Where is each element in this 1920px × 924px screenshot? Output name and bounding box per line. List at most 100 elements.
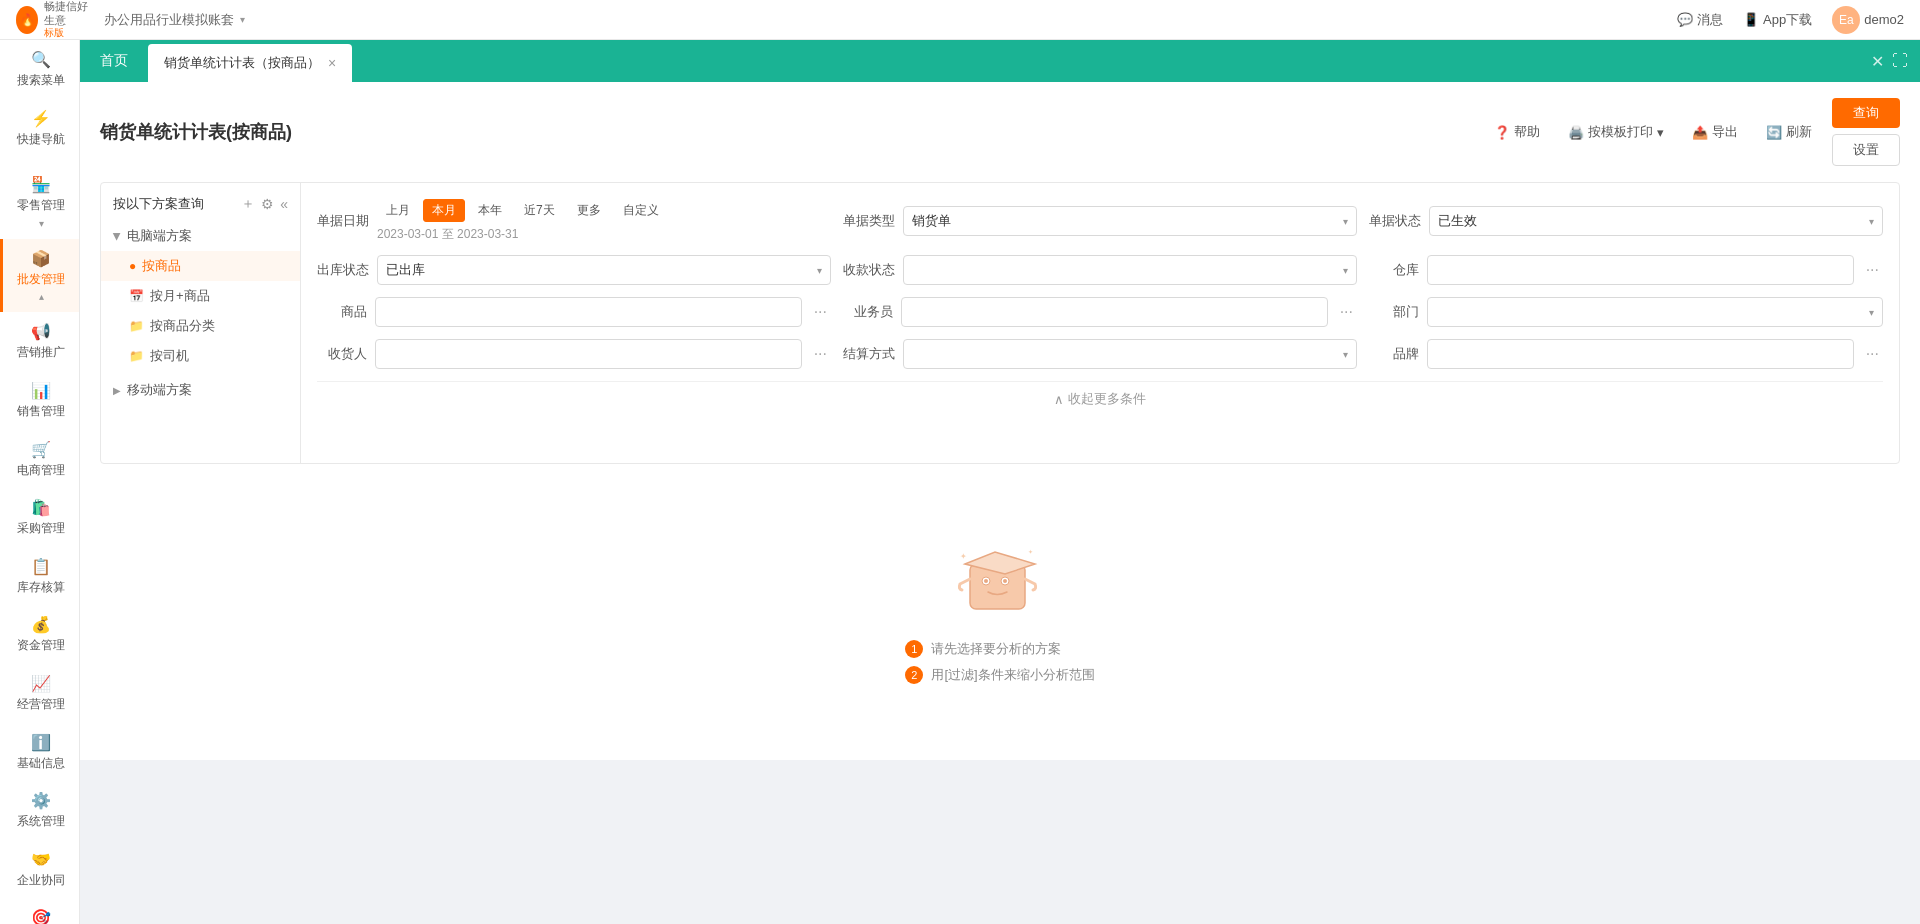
collection-select[interactable]: ▾ <box>903 255 1357 285</box>
brand-input[interactable] <box>1427 339 1854 369</box>
scheme-item-by-product-category[interactable]: 📁 按商品分类 <box>101 311 300 341</box>
sidebar-item-newbie[interactable]: 🎯 新手引导 <box>0 898 79 924</box>
warehouse-input[interactable] <box>1427 255 1854 285</box>
receiver-ellipsis[interactable]: ··· <box>810 345 831 363</box>
quick-nav-icon: ⚡ <box>31 109 51 128</box>
query-button[interactable]: 查询 <box>1832 98 1900 128</box>
doc-type-select[interactable]: 销货单 ▾ <box>903 206 1357 236</box>
date-tab-more[interactable]: 更多 <box>568 199 610 222</box>
avatar: Ea <box>1832 6 1860 34</box>
search-menu-icon: 🔍 <box>31 50 51 69</box>
filter-field-doc-status: 单据状态 已生效 ▾ <box>1369 199 1883 243</box>
refresh-button[interactable]: 🔄 刷新 <box>1758 119 1820 145</box>
sidebar-item-finance[interactable]: 💰 资金管理 <box>0 605 79 664</box>
outbound-select[interactable]: 已出库 ▾ <box>377 255 831 285</box>
empty-illustration: ✦ ✦ <box>950 524 1050 624</box>
tab-window-controls: ✕ ⛶ <box>1859 40 1920 82</box>
scheme-item-by-month-product[interactable]: 📅 按月+商品 <box>101 281 300 311</box>
date-tab-this-year[interactable]: 本年 <box>469 199 511 222</box>
svg-text:✦: ✦ <box>1028 549 1033 555</box>
tab-active-report[interactable]: 销货单统计计表（按商品） × <box>148 44 352 82</box>
date-tab-this-month[interactable]: 本月 <box>423 199 465 222</box>
salesperson-ellipsis[interactable]: ··· <box>1336 303 1357 321</box>
filter-field-date: 单据日期 上月 本月 本年 近7天 更多 自定义 <box>317 199 831 243</box>
sidebar-item-wholesale[interactable]: 📦 批发管理 ▴ <box>0 239 79 313</box>
scheme-panel: 按以下方案查询 ＋ ⚙ « ▶ <box>101 183 301 463</box>
newbie-icon: 🎯 <box>31 908 51 924</box>
sidebar-item-inventory[interactable]: 📋 库存核算 <box>0 547 79 606</box>
sidebar-item-system[interactable]: ⚙️ 系统管理 <box>0 781 79 840</box>
filter-field-warehouse: 仓库 ··· <box>1369 255 1883 285</box>
filter-row-1: 单据日期 上月 本月 本年 近7天 更多 自定义 <box>317 199 1883 243</box>
sales-icon: 📊 <box>31 381 51 400</box>
scheme-item-by-product[interactable]: ● 按商品 <box>101 251 300 281</box>
message-button[interactable]: 💬 消息 <box>1677 11 1723 29</box>
settlement-select[interactable]: ▾ <box>903 339 1357 369</box>
scheme-group-pc-header[interactable]: ▶ 电脑端方案 <box>101 221 300 251</box>
sidebar-item-enterprise-coop[interactable]: 🤝 企业协同 <box>0 840 79 899</box>
sidebar-item-operation[interactable]: 📈 经营管理 <box>0 664 79 723</box>
date-tab-last-month[interactable]: 上月 <box>377 199 419 222</box>
sidebar-item-retail[interactable]: 🏪 零售管理 ▾ <box>0 165 79 239</box>
inner-content: 销货单统计计表(按商品) ❓ 帮助 🖨️ 按模板打印 ▾ 📤 <box>80 82 1920 760</box>
tip-num-2: 2 <box>905 666 923 684</box>
sidebar-item-purchase[interactable]: 🛍️ 采购管理 <box>0 488 79 547</box>
collapse-icon: ∧ <box>1054 392 1064 407</box>
page-actions: ❓ 帮助 🖨️ 按模板打印 ▾ 📤 导出 � <box>1486 98 1900 166</box>
scheme-add-icon[interactable]: ＋ <box>241 195 255 213</box>
help-button[interactable]: ❓ 帮助 <box>1486 119 1548 145</box>
print-button[interactable]: 🖨️ 按模板打印 ▾ <box>1560 119 1672 145</box>
filter-field-doc-type: 单据类型 销货单 ▾ <box>843 199 1357 243</box>
doc-status-select[interactable]: 已生效 ▾ <box>1429 206 1883 236</box>
sidebar-item-search-menu[interactable]: 🔍 搜索菜单 <box>0 40 79 99</box>
sidebar-item-quick-nav[interactable]: ⚡ 快捷导航 <box>0 99 79 158</box>
department-select[interactable]: ▾ <box>1427 297 1883 327</box>
sidebar-item-basic[interactable]: ℹ️ 基础信息 <box>0 723 79 782</box>
page-title-row: 销货单统计计表(按商品) ❓ 帮助 🖨️ 按模板打印 ▾ 📤 <box>100 98 1900 166</box>
svg-point-2 <box>984 579 988 583</box>
export-button[interactable]: 📤 导出 <box>1684 119 1746 145</box>
content-area: 首页 销货单统计计表（按商品） × ✕ ⛶ 销货单统计计表(按商品) ❓ <box>80 40 1920 924</box>
system-icon: ⚙️ <box>31 791 51 810</box>
brand-ellipsis[interactable]: ··· <box>1862 345 1883 363</box>
tab-close-button[interactable]: × <box>328 56 336 70</box>
help-icon: ❓ <box>1494 125 1510 140</box>
sidebar-item-ecommerce[interactable]: 🛒 电商管理 <box>0 430 79 489</box>
date-tab-custom[interactable]: 自定义 <box>614 199 668 222</box>
app-download-button[interactable]: 📱 App下载 <box>1743 11 1812 29</box>
empty-state: ✦ ✦ 1 请先选择要分析的方案 2 用[过滤]条件来缩小分析范围 <box>100 464 1900 744</box>
collapse-bar[interactable]: ∧ 收起更多条件 <box>317 381 1883 416</box>
logo-text: 畅捷信好生意 标版 <box>44 0 96 38</box>
collection-dropdown-icon: ▾ <box>1343 265 1348 276</box>
scheme-item-by-month-product-icon: 📅 <box>129 289 144 303</box>
sidebar-item-marketing[interactable]: 📢 营销推广 <box>0 312 79 371</box>
tab-spacer <box>352 40 1859 82</box>
settings-button[interactable]: 设置 <box>1832 134 1900 166</box>
warehouse-ellipsis[interactable]: ··· <box>1862 261 1883 279</box>
scheme-collapse-icon[interactable]: « <box>280 196 288 212</box>
salesperson-input[interactable] <box>901 297 1328 327</box>
doc-type-dropdown-icon: ▾ <box>1343 216 1348 227</box>
export-icon: 📤 <box>1692 125 1708 140</box>
scheme-group-mobile-header[interactable]: ▶ 移动端方案 <box>101 375 300 405</box>
date-tab-7days[interactable]: 近7天 <box>515 199 564 222</box>
app-download-icon: 📱 <box>1743 12 1759 27</box>
breadcrumb-dropdown-icon[interactable]: ▾ <box>240 14 245 25</box>
receiver-input[interactable] <box>375 339 802 369</box>
scheme-settings-icon[interactable]: ⚙ <box>261 196 274 212</box>
filter-row-3: 商品 ··· 业务员 ··· 部门 <box>317 297 1883 327</box>
user-profile[interactable]: Ea demo2 <box>1832 6 1904 34</box>
tab-window-close-btn[interactable]: ✕ <box>1871 52 1884 71</box>
scheme-item-by-cashier[interactable]: 📁 按司机 <box>101 341 300 371</box>
sidebar-item-sales[interactable]: 📊 销售管理 <box>0 371 79 430</box>
sidebar: 🔍 搜索菜单 ⚡ 快捷导航 🏪 零售管理 ▾ 📦 批发管理 ▴ 📢 营销推广 📊… <box>0 40 80 924</box>
product-input[interactable] <box>375 297 802 327</box>
product-ellipsis[interactable]: ··· <box>810 303 831 321</box>
tab-window-maximize-btn[interactable]: ⛶ <box>1892 52 1908 70</box>
scheme-group-mobile-arrow: ▶ <box>113 385 121 396</box>
tab-bar: 首页 销货单统计计表（按商品） × ✕ ⛶ <box>80 40 1920 82</box>
tab-home[interactable]: 首页 <box>80 40 148 82</box>
wholesale-expand-icon: ▴ <box>39 291 44 302</box>
filter-field-collection: 收款状态 ▾ <box>843 255 1357 285</box>
breadcrumb[interactable]: 办公用品行业模拟账套 ▾ <box>96 11 1677 29</box>
